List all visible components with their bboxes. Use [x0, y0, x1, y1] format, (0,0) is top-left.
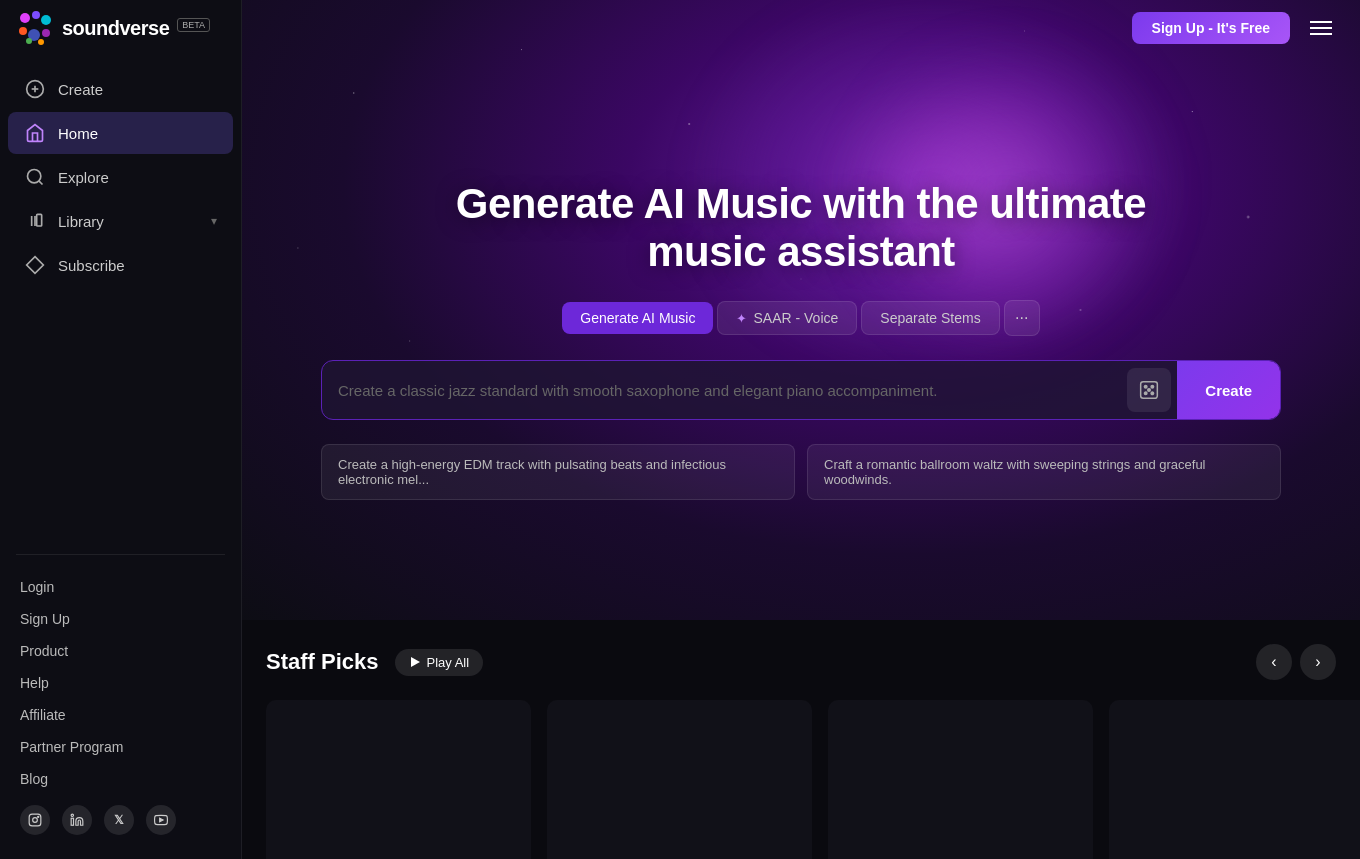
suggestion-chips: Create a high-energy EDM track with puls…: [321, 444, 1281, 500]
sidebar-link-product[interactable]: Product: [0, 635, 241, 667]
sidebar-link-affiliate[interactable]: Affiliate: [0, 699, 241, 731]
youtube-icon[interactable]: [146, 805, 176, 835]
spark-icon: ✦: [736, 311, 747, 326]
picks-next-button[interactable]: ›: [1300, 644, 1336, 680]
svg-point-3: [19, 27, 27, 35]
svg-line-12: [39, 181, 43, 185]
sidebar-link-partner[interactable]: Partner Program: [0, 731, 241, 763]
sidebar-item-subscribe[interactable]: Subscribe: [8, 244, 233, 286]
brand-name: soundverse: [62, 17, 169, 40]
svg-point-7: [38, 39, 44, 45]
create-button[interactable]: Create: [1177, 361, 1280, 419]
top-header: Sign Up - It's Free: [1108, 0, 1360, 56]
suggestion-chip-2[interactable]: Craft a romantic ballroom waltz with swe…: [807, 444, 1281, 500]
svg-point-19: [38, 816, 39, 817]
instagram-icon[interactable]: [20, 805, 50, 835]
picks-header: Staff Picks Play All ‹ ›: [266, 644, 1336, 680]
svg-point-0: [20, 13, 30, 23]
sidebar-link-signup[interactable]: Sign Up: [0, 603, 241, 635]
menu-line-2: [1310, 27, 1332, 29]
linkedin-icon[interactable]: [62, 805, 92, 835]
svg-point-11: [28, 170, 41, 183]
hero-title: Generate AI Music with the ultimate musi…: [451, 180, 1151, 276]
hero-section: Generate AI Music with the ultimate musi…: [242, 0, 1360, 620]
svg-point-28: [1148, 389, 1151, 392]
picks-navigation: ‹ ›: [1256, 644, 1336, 680]
svg-point-26: [1145, 392, 1148, 395]
menu-line-3: [1310, 33, 1332, 35]
play-all-button[interactable]: Play All: [395, 649, 484, 676]
search-icon: [24, 166, 46, 188]
svg-point-6: [26, 38, 32, 44]
svg-point-2: [41, 15, 51, 25]
svg-marker-16: [27, 257, 44, 274]
create-label: Create: [58, 81, 103, 98]
library-label: Library: [58, 213, 104, 230]
home-label: Home: [58, 125, 98, 142]
svg-point-18: [33, 818, 38, 823]
sidebar-link-help[interactable]: Help: [0, 667, 241, 699]
svg-point-5: [42, 29, 50, 37]
svg-rect-17: [29, 814, 41, 826]
prompt-input[interactable]: [322, 364, 1121, 417]
tab-generate[interactable]: Generate AI Music: [562, 302, 713, 334]
svg-point-1: [32, 11, 40, 19]
menu-button[interactable]: [1306, 17, 1336, 39]
svg-point-21: [71, 814, 73, 816]
sidebar-item-create[interactable]: Create: [8, 68, 233, 110]
tab-stems[interactable]: Separate Stems: [861, 301, 999, 335]
explore-label: Explore: [58, 169, 109, 186]
svg-marker-22: [160, 818, 163, 822]
signup-button[interactable]: Sign Up - It's Free: [1132, 12, 1290, 44]
tab-more-button[interactable]: ···: [1004, 300, 1040, 336]
tab-saar[interactable]: ✦ SAAR - Voice: [717, 301, 857, 335]
sidebar-item-library[interactable]: Library ▾: [8, 200, 233, 242]
suggestion-chip-1[interactable]: Create a high-energy EDM track with puls…: [321, 444, 795, 500]
sidebar-footer: Login Sign Up Product Help Affiliate Par…: [0, 563, 241, 859]
staff-picks-title: Staff Picks: [266, 649, 379, 675]
diamond-icon: [24, 254, 46, 276]
sidebar-link-blog[interactable]: Blog: [0, 763, 241, 795]
sidebar-divider: [16, 554, 225, 555]
play-all-label: Play All: [427, 655, 470, 670]
svg-point-24: [1145, 385, 1148, 388]
picks-prev-button[interactable]: ‹: [1256, 644, 1292, 680]
logo-icon: [16, 9, 54, 47]
sidebar-item-explore[interactable]: Explore: [8, 156, 233, 198]
sidebar: soundverse BETA Create Home: [0, 0, 242, 859]
sidebar-nav: Create Home Explore: [0, 56, 241, 546]
twitter-icon[interactable]: 𝕏: [104, 805, 134, 835]
logo[interactable]: soundverse BETA: [0, 0, 241, 56]
dice-button[interactable]: [1127, 368, 1171, 412]
home-icon: [24, 122, 46, 144]
sidebar-item-home[interactable]: Home: [8, 112, 233, 154]
beta-badge: BETA: [177, 18, 210, 32]
music-card-1[interactable]: [266, 700, 531, 859]
music-card-3[interactable]: [828, 700, 1093, 859]
feature-tabs: Generate AI Music ✦ SAAR - Voice Separat…: [562, 300, 1039, 336]
hero-content: Generate AI Music with the ultimate musi…: [242, 0, 1360, 500]
main-content: Sign Up - It's Free Generate AI Music wi…: [242, 0, 1360, 859]
svg-rect-20: [71, 818, 73, 825]
svg-marker-29: [411, 657, 420, 667]
svg-point-27: [1151, 392, 1154, 395]
svg-rect-15: [37, 214, 42, 226]
prompt-input-container: Create: [321, 360, 1281, 420]
chevron-down-icon: ▾: [211, 214, 217, 228]
social-icons-row: 𝕏: [0, 795, 241, 851]
svg-point-25: [1151, 385, 1154, 388]
music-cards-row: [266, 700, 1336, 859]
sidebar-link-login[interactable]: Login: [0, 571, 241, 603]
plus-circle-icon: [24, 78, 46, 100]
tab-saar-label: SAAR - Voice: [753, 310, 838, 326]
music-card-2[interactable]: [547, 700, 812, 859]
music-card-4[interactable]: [1109, 700, 1360, 859]
menu-line-1: [1310, 21, 1332, 23]
play-icon: [409, 656, 421, 668]
staff-picks-section: Staff Picks Play All ‹ ›: [242, 620, 1360, 859]
library-icon: [24, 210, 46, 232]
subscribe-label: Subscribe: [58, 257, 125, 274]
